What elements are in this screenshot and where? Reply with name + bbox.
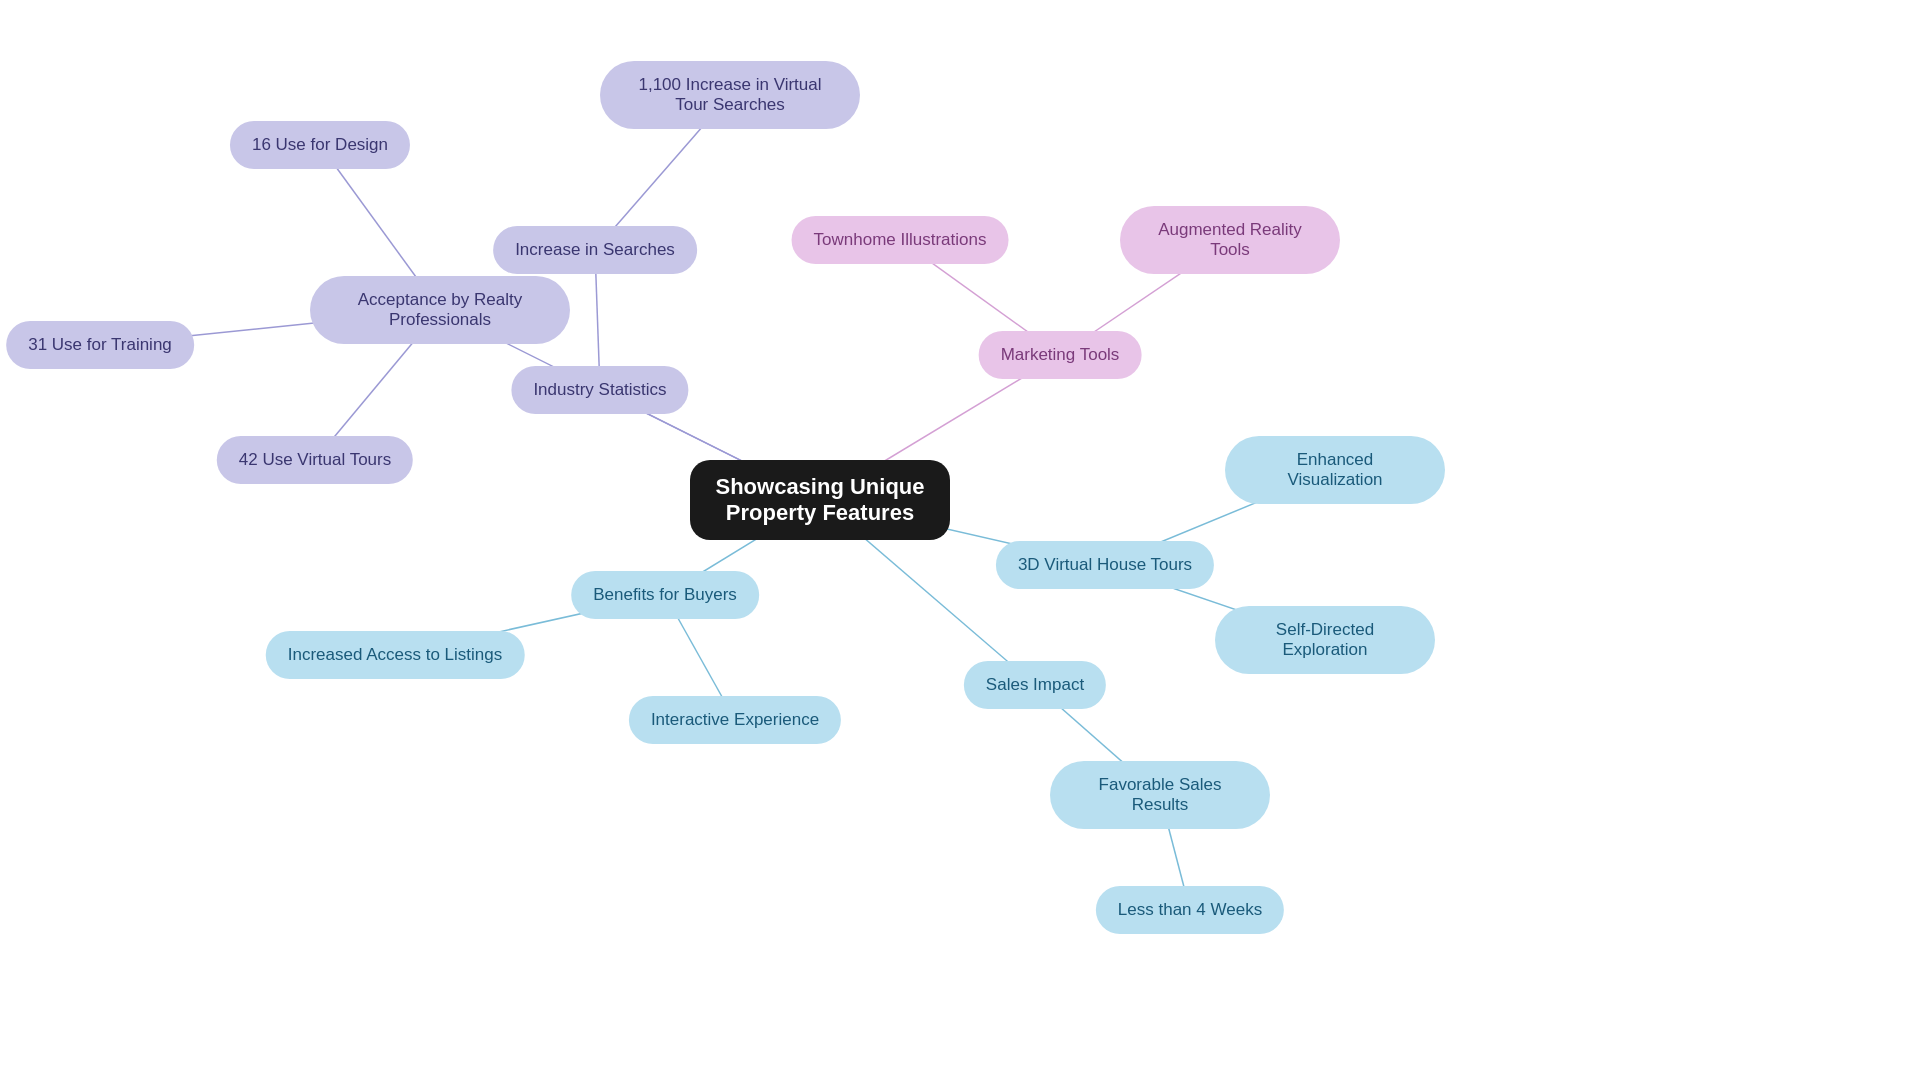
node-use_design: 16 Use for Design <box>230 121 410 169</box>
node-increased_access: Increased Access to Listings <box>266 631 525 679</box>
node-self_directed: Self-Directed Exploration <box>1215 606 1435 674</box>
node-industry_stats: Industry Statistics <box>511 366 688 414</box>
node-increase_searches: Increase in Searches <box>493 226 697 274</box>
node-virtual_house_tours: 3D Virtual House Tours <box>996 541 1214 589</box>
node-ar_tools: Augmented Reality Tools <box>1120 206 1340 274</box>
node-use_training: 31 Use for Training <box>6 321 194 369</box>
node-townhome: Townhome Illustrations <box>792 216 1009 264</box>
node-acceptance: Acceptance by Realty Professionals <box>310 276 570 344</box>
node-marketing_tools: Marketing Tools <box>979 331 1142 379</box>
node-enhanced_viz: Enhanced Visualization <box>1225 436 1445 504</box>
node-less_than_weeks: Less than 4 Weeks <box>1096 886 1284 934</box>
node-sales_impact: Sales Impact <box>964 661 1106 709</box>
node-center: Showcasing Unique Property Features <box>690 460 950 540</box>
node-virtual_tour_searches: 1,100 Increase in Virtual Tour Searches <box>600 61 860 129</box>
mindmap-canvas: Showcasing Unique Property Features Accep… <box>0 0 1920 1083</box>
node-favorable_sales: Favorable Sales Results <box>1050 761 1270 829</box>
node-interactive_exp: Interactive Experience <box>629 696 841 744</box>
node-benefits_buyers: Benefits for Buyers <box>571 571 759 619</box>
node-use_virtual: 42 Use Virtual Tours <box>217 436 413 484</box>
